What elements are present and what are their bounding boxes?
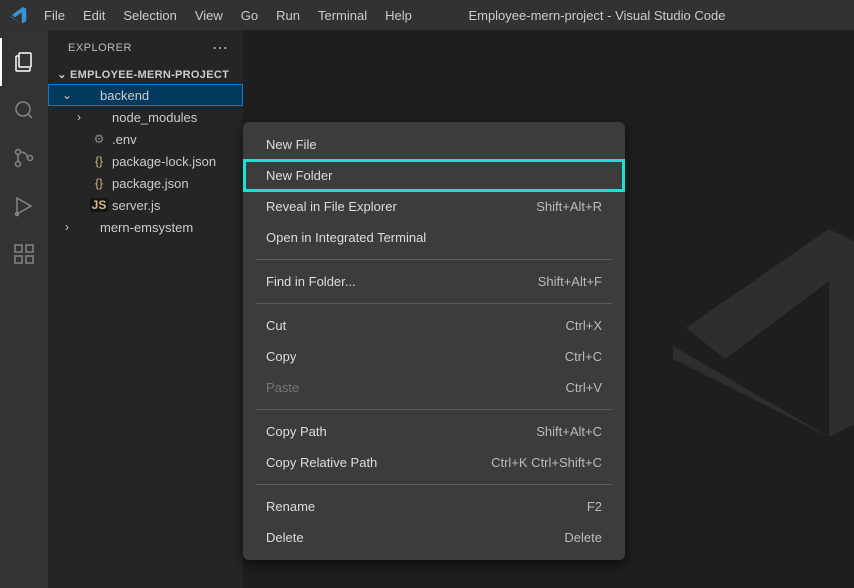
json-icon: {}	[90, 154, 108, 168]
more-actions-icon[interactable]: ⋯	[212, 38, 229, 58]
context-menu-reveal-in-file-explorer[interactable]: Reveal in File Explorer Shift+Alt+R	[244, 191, 624, 222]
tree-item-package-json[interactable]: {} package.json	[48, 172, 243, 194]
tree-item-mern-emsystem[interactable]: › mern-emsystem	[48, 216, 243, 238]
context-menu-label: Paste	[266, 380, 299, 395]
context-menu-delete[interactable]: Delete Delete	[244, 522, 624, 553]
tree-item-label: package.json	[112, 176, 189, 191]
vscode-logo-icon	[0, 6, 36, 24]
project-header[interactable]: ⌄ EMPLOYEE-MERN-PROJECT	[48, 65, 243, 84]
context-menu-shortcut: Ctrl+K Ctrl+Shift+C	[491, 455, 602, 470]
menu-view[interactable]: View	[187, 4, 231, 27]
menu-edit[interactable]: Edit	[75, 4, 113, 27]
chevron-icon: ⌄	[60, 88, 74, 102]
tree-item-label: package-lock.json	[112, 154, 216, 169]
context-menu-label: Delete	[266, 530, 304, 545]
tree-item-node-modules[interactable]: › node_modules	[48, 106, 243, 128]
context-menu-shortcut: Ctrl+X	[566, 318, 602, 333]
menu-help[interactable]: Help	[377, 4, 420, 27]
context-menu-separator	[256, 259, 612, 260]
menu-file[interactable]: File	[36, 4, 73, 27]
activity-bar	[0, 30, 48, 588]
context-menu-shortcut: Delete	[564, 530, 602, 545]
extensions-activity-icon[interactable]	[0, 230, 48, 278]
context-menu-shortcut: Ctrl+C	[565, 349, 602, 364]
menu-bar: FileEditSelectionViewGoRunTerminalHelp	[36, 4, 420, 27]
context-menu-new-folder[interactable]: New Folder	[244, 160, 624, 191]
context-menu-open-in-integrated-terminal[interactable]: Open in Integrated Terminal	[244, 222, 624, 253]
context-menu-separator	[256, 409, 612, 410]
menu-go[interactable]: Go	[233, 4, 266, 27]
menu-selection[interactable]: Selection	[115, 4, 184, 27]
source-control-activity-icon[interactable]	[0, 134, 48, 182]
context-menu-copy-path[interactable]: Copy Path Shift+Alt+C	[244, 416, 624, 447]
context-menu-new-file[interactable]: New File	[244, 129, 624, 160]
tree-item-package-lock-json[interactable]: {} package-lock.json	[48, 150, 243, 172]
run-debug-activity-icon[interactable]	[0, 182, 48, 230]
context-menu-shortcut: F2	[587, 499, 602, 514]
context-menu: New File New Folder Reveal in File Explore…	[243, 122, 625, 560]
context-menu-label: Cut	[266, 318, 286, 333]
context-menu-separator	[256, 484, 612, 485]
context-menu-separator	[256, 303, 612, 304]
context-menu-label: Copy Path	[266, 424, 327, 439]
tree-item-backend[interactable]: ⌄ backend	[48, 84, 243, 106]
chevron-icon: ›	[60, 220, 74, 234]
json-icon: {}	[90, 176, 108, 190]
context-menu-shortcut: Shift+Alt+R	[536, 199, 602, 214]
context-menu-cut[interactable]: Cut Ctrl+X	[244, 310, 624, 341]
context-menu-label: New Folder	[266, 168, 332, 183]
context-menu-shortcut: Shift+Alt+C	[536, 424, 602, 439]
context-menu-find-in-folder[interactable]: Find in Folder... Shift+Alt+F	[244, 266, 624, 297]
context-menu-label: Open in Integrated Terminal	[266, 230, 426, 245]
tree-item-label: server.js	[112, 198, 160, 213]
chevron-icon: ›	[72, 110, 86, 124]
search-activity-icon[interactable]	[0, 86, 48, 134]
context-menu-copy-relative-path[interactable]: Copy Relative Path Ctrl+K Ctrl+Shift+C	[244, 447, 624, 478]
context-menu-rename[interactable]: Rename F2	[244, 491, 624, 522]
titlebar: FileEditSelectionViewGoRunTerminalHelp E…	[0, 0, 854, 30]
menu-run[interactable]: Run	[268, 4, 308, 27]
sidebar-header: EXPLORER ⋯	[48, 30, 243, 65]
tree-item-server-js[interactable]: JS server.js	[48, 194, 243, 216]
context-menu-label: Reveal in File Explorer	[266, 199, 397, 214]
sidebar-title: EXPLORER	[68, 42, 132, 54]
explorer-activity-icon[interactable]	[0, 38, 48, 86]
context-menu-label: Copy Relative Path	[266, 455, 377, 470]
js-icon: JS	[90, 198, 108, 212]
context-menu-label: Copy	[266, 349, 296, 364]
context-menu-label: New File	[266, 137, 317, 152]
context-menu-label: Rename	[266, 499, 315, 514]
chevron-down-icon: ⌄	[54, 68, 70, 81]
file-tree: ⌄ backend › node_modules ⚙ .env {} package-lock…	[48, 84, 243, 238]
gear-icon: ⚙	[90, 132, 108, 146]
tree-item-label: mern-emsystem	[100, 220, 193, 235]
context-menu-label: Find in Folder...	[266, 274, 356, 289]
context-menu-shortcut: Ctrl+V	[566, 380, 602, 395]
context-menu-copy[interactable]: Copy Ctrl+C	[244, 341, 624, 372]
context-menu-shortcut: Shift+Alt+F	[538, 274, 602, 289]
project-name: EMPLOYEE-MERN-PROJECT	[70, 69, 229, 81]
tree-item--env[interactable]: ⚙ .env	[48, 128, 243, 150]
tree-item-label: backend	[100, 88, 149, 103]
window-title: Employee-mern-project - Visual Studio Co…	[420, 8, 854, 23]
menu-terminal[interactable]: Terminal	[310, 4, 375, 27]
tree-item-label: node_modules	[112, 110, 197, 125]
tree-item-label: .env	[112, 132, 137, 147]
context-menu-paste: Paste Ctrl+V	[244, 372, 624, 403]
explorer-sidebar: EXPLORER ⋯ ⌄ EMPLOYEE-MERN-PROJECT ⌄ back…	[48, 30, 243, 588]
vscode-watermark-icon	[634, 203, 854, 468]
